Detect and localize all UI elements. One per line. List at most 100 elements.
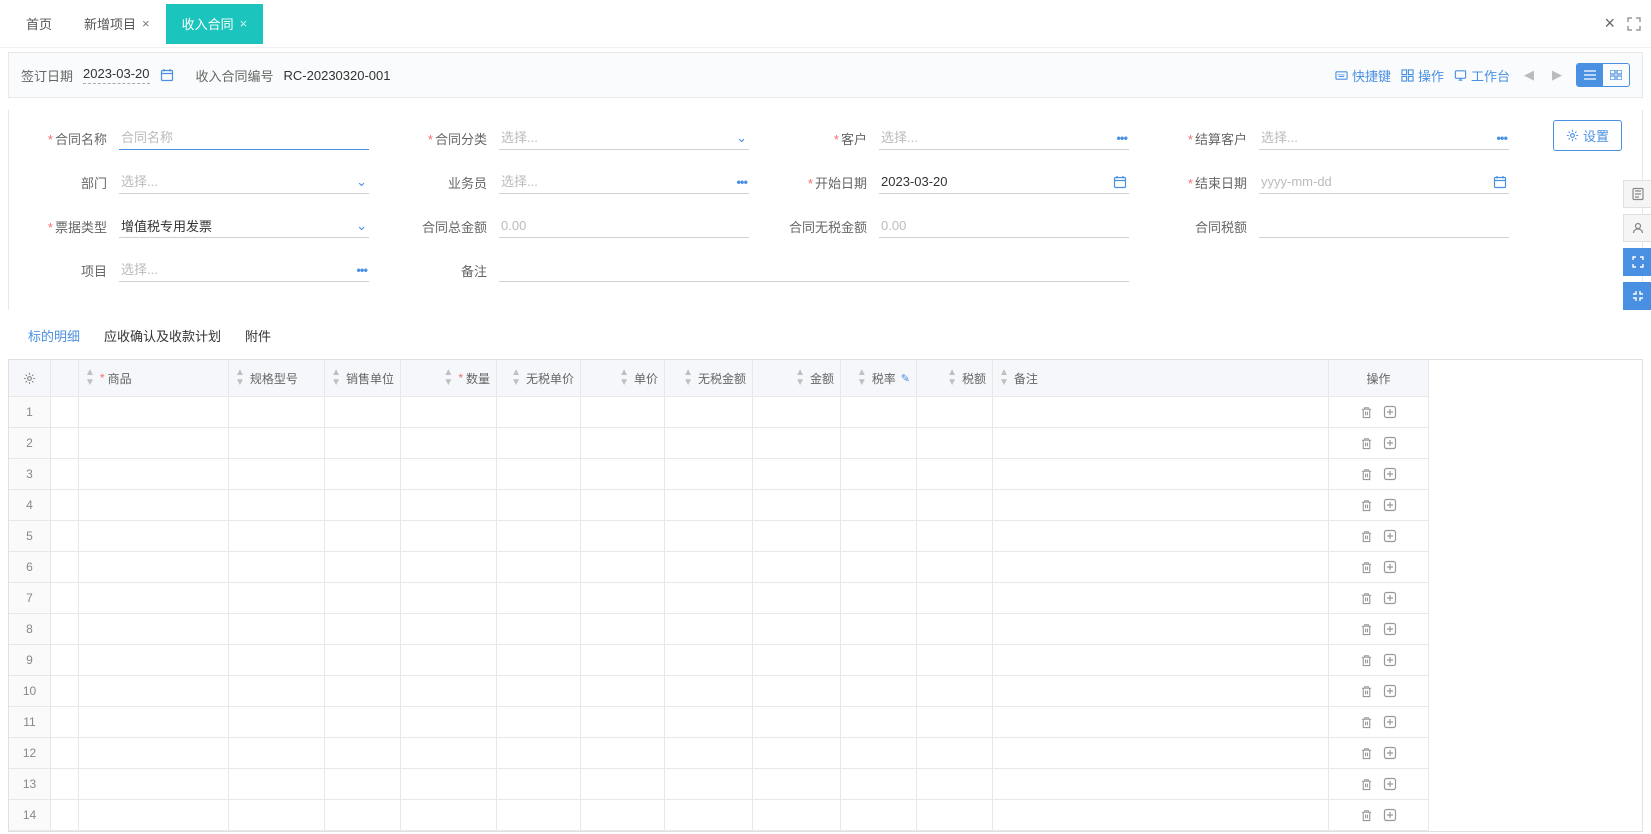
rail-note-icon[interactable]: [1623, 180, 1651, 208]
department-select[interactable]: [119, 170, 369, 194]
cell[interactable]: [917, 583, 993, 614]
cell[interactable]: [993, 800, 1329, 831]
cell[interactable]: [993, 490, 1329, 521]
cell[interactable]: [497, 521, 581, 552]
cell[interactable]: [51, 583, 79, 614]
cell[interactable]: [401, 397, 497, 428]
add-row-icon[interactable]: [1383, 405, 1397, 419]
cell[interactable]: [581, 769, 665, 800]
cell[interactable]: [665, 769, 753, 800]
cell[interactable]: [665, 800, 753, 831]
close-icon[interactable]: ×: [142, 16, 150, 31]
delete-icon[interactable]: [1360, 747, 1373, 760]
delete-icon[interactable]: [1360, 437, 1373, 450]
cell[interactable]: [841, 459, 917, 490]
cell[interactable]: [79, 552, 229, 583]
cell[interactable]: [917, 552, 993, 583]
more-icon[interactable]: •••: [1116, 131, 1127, 146]
delete-icon[interactable]: [1360, 809, 1373, 822]
cell[interactable]: [79, 769, 229, 800]
cell[interactable]: [753, 397, 841, 428]
more-icon[interactable]: •••: [736, 175, 747, 190]
chevron-down-icon[interactable]: ⌄: [356, 174, 367, 190]
cell[interactable]: [401, 614, 497, 645]
cell[interactable]: [325, 552, 401, 583]
cell[interactable]: [325, 428, 401, 459]
cell[interactable]: [497, 614, 581, 645]
delete-icon[interactable]: [1360, 623, 1373, 636]
cell[interactable]: [497, 397, 581, 428]
cell[interactable]: [51, 645, 79, 676]
cell[interactable]: [993, 738, 1329, 769]
cell[interactable]: [51, 769, 79, 800]
operate-link[interactable]: 操作: [1401, 66, 1444, 85]
cell[interactable]: [581, 676, 665, 707]
rail-user-icon[interactable]: [1623, 214, 1651, 242]
cell[interactable]: [993, 676, 1329, 707]
cell[interactable]: [79, 676, 229, 707]
cell[interactable]: [841, 521, 917, 552]
col-header[interactable]: ▲▼税额: [917, 360, 993, 397]
start-date-input[interactable]: [879, 170, 1129, 194]
cell[interactable]: [993, 552, 1329, 583]
project-select[interactable]: [119, 258, 369, 282]
tab-home[interactable]: 首页: [10, 4, 68, 44]
cell[interactable]: [917, 645, 993, 676]
cell[interactable]: [841, 707, 917, 738]
cell[interactable]: [497, 490, 581, 521]
cell[interactable]: [753, 676, 841, 707]
col-header[interactable]: ▲▼销售单位: [325, 360, 401, 397]
cell[interactable]: [917, 738, 993, 769]
settle-customer-select[interactable]: [1259, 126, 1509, 150]
add-row-icon[interactable]: [1383, 715, 1397, 729]
gear-icon[interactable]: [9, 360, 51, 397]
cell[interactable]: [229, 521, 325, 552]
cell[interactable]: [325, 583, 401, 614]
cell[interactable]: [993, 428, 1329, 459]
chevron-down-icon[interactable]: ⌄: [356, 218, 367, 234]
cell[interactable]: [79, 738, 229, 769]
cell[interactable]: [401, 428, 497, 459]
contract-category-select[interactable]: [499, 126, 749, 150]
delete-icon[interactable]: [1360, 592, 1373, 605]
cell[interactable]: [665, 583, 753, 614]
cell[interactable]: [229, 490, 325, 521]
cell[interactable]: [497, 707, 581, 738]
shortcut-link[interactable]: 快捷键: [1335, 66, 1391, 85]
salesman-select[interactable]: [499, 170, 749, 194]
cell[interactable]: [753, 614, 841, 645]
cell[interactable]: [51, 552, 79, 583]
cell[interactable]: [229, 552, 325, 583]
cell[interactable]: [665, 459, 753, 490]
cell[interactable]: [51, 521, 79, 552]
cell[interactable]: [581, 645, 665, 676]
cell[interactable]: [665, 707, 753, 738]
cell[interactable]: [497, 738, 581, 769]
cell[interactable]: [581, 707, 665, 738]
cell[interactable]: [841, 738, 917, 769]
view-list-icon[interactable]: [1577, 64, 1603, 86]
col-header[interactable]: ▲▼金额: [753, 360, 841, 397]
cell[interactable]: [665, 397, 753, 428]
cell[interactable]: [51, 459, 79, 490]
cell[interactable]: [497, 645, 581, 676]
cell[interactable]: [993, 707, 1329, 738]
cell[interactable]: [79, 428, 229, 459]
cell[interactable]: [401, 521, 497, 552]
rail-expand-icon[interactable]: [1623, 248, 1651, 276]
cell[interactable]: [325, 459, 401, 490]
delete-icon[interactable]: [1360, 530, 1373, 543]
chevron-down-icon[interactable]: ⌄: [736, 130, 747, 146]
cell[interactable]: [753, 645, 841, 676]
cell[interactable]: [229, 397, 325, 428]
cell[interactable]: [917, 769, 993, 800]
cell[interactable]: [497, 800, 581, 831]
customer-select[interactable]: [879, 126, 1129, 150]
remark-input[interactable]: [499, 258, 1129, 282]
workbench-link[interactable]: 工作台: [1454, 66, 1510, 85]
add-row-icon[interactable]: [1383, 808, 1397, 822]
add-row-icon[interactable]: [1383, 746, 1397, 760]
col-header[interactable]: ▲▼无税金额: [665, 360, 753, 397]
cell[interactable]: [581, 490, 665, 521]
cell[interactable]: [401, 490, 497, 521]
